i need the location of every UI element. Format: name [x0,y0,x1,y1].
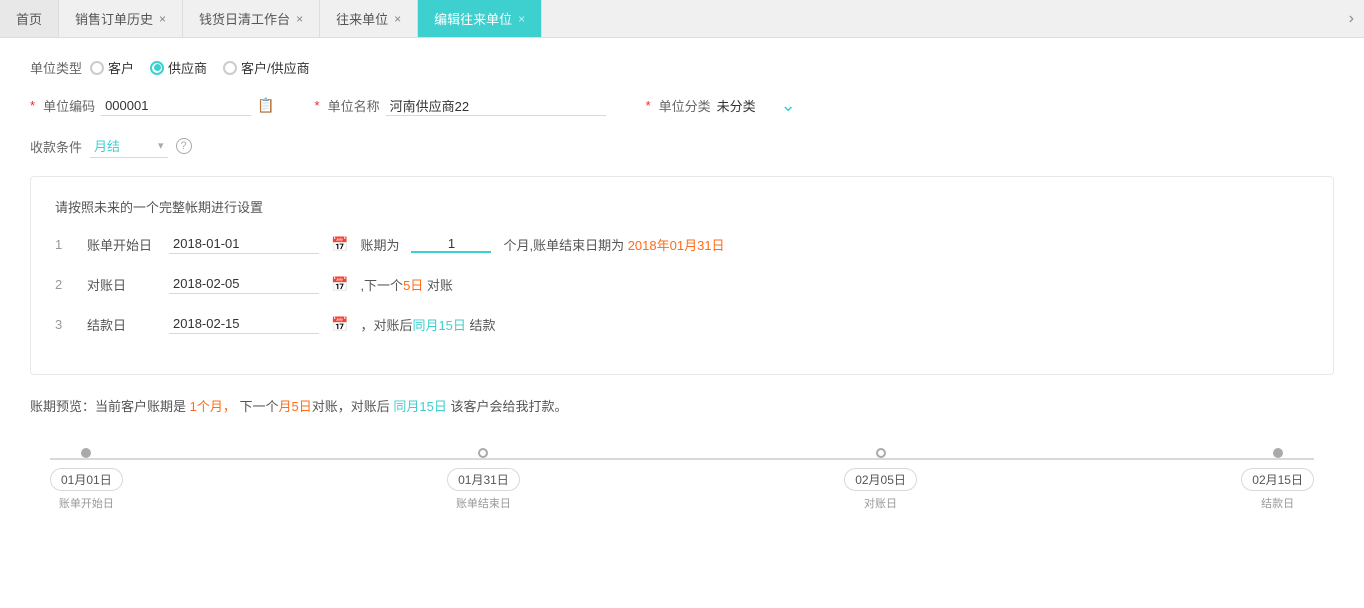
payment-day-highlight: 同月15日 [412,318,465,333]
tab-edit-partner[interactable]: 编辑往来单位 × [418,0,542,37]
period-suffix-after: 个月,账单结束日期为 2018年01月31日 [503,235,724,254]
unit-code-field: * 单位编码 📋 [30,96,275,116]
preview-label: 账期预览：当前客户账期是 [30,399,186,414]
period-section: 请按照未来的一个完整帐期进行设置 1 账单开始日 📅 账期为 个月,账单结束日期… [30,176,1334,375]
timeline-sublabel-3: 结款日 [1261,495,1294,511]
month-input[interactable] [411,236,491,253]
unit-code-input[interactable] [101,96,251,116]
unit-category-select[interactable]: 未分类 ⌄ [717,95,796,116]
tab-edit-partner-close[interactable]: × [518,12,525,26]
payment-terms-select[interactable]: 月结 ▾ [90,134,168,158]
page-content: 单位类型 客户 供应商 客户/供应商 * 单位编码 📋 * 单位名称 [0,38,1364,608]
timeline-sublabel-2: 对账日 [864,495,897,511]
tab-edit-partner-label: 编辑往来单位 [434,9,512,28]
radio-customer-circle [90,61,104,75]
tab-partner-label: 往来单位 [336,9,388,28]
tab-partner[interactable]: 往来单位 × [320,0,418,37]
period-label-1: 账单开始日 [87,235,157,254]
preview-part2-highlight: 月5日 [279,399,312,414]
period-row-2: 2 对账日 📅 ,下一个5日 对账 [55,274,1309,294]
tab-sales-history-close[interactable]: × [159,12,166,26]
period-suffix-before: 账期为 [360,235,399,254]
preview-part2-prefix: 下一个 [240,399,279,414]
unit-code-star: * [30,98,35,113]
unit-type-radio-group: 客户 供应商 客户/供应商 [90,58,310,77]
timeline-point-2: 02月05日对账日 [844,448,917,511]
timeline-date-2: 02月05日 [844,468,917,491]
timeline-point-3: 02月15日结款日 [1241,448,1314,511]
start-date-input[interactable] [169,234,319,254]
tab-home-label: 首页 [16,9,42,28]
preview-part1: 1个月， [190,399,236,414]
period-num-1: 1 [55,237,75,252]
radio-both-label: 客户/供应商 [241,58,310,77]
unit-category-value: 未分类 [717,96,777,115]
payment-terms-value: 月结 [94,136,154,155]
section-title: 请按照未来的一个完整帐期进行设置 [55,197,1309,216]
tab-partner-close[interactable]: × [394,12,401,26]
unit-type-label: 单位类型 [30,58,82,77]
tab-cash-work-label: 钱货日清工作台 [199,9,290,28]
radio-both[interactable]: 客户/供应商 [223,58,310,77]
reconcile-date-calendar-icon[interactable]: 📅 [331,276,348,293]
tab-home[interactable]: 首页 [0,0,59,37]
radio-customer-label: 客户 [108,58,134,77]
payment-date-calendar-icon[interactable]: 📅 [331,316,348,333]
payment-desc: ，对账后同月15日 结款 [360,315,495,334]
tab-sales-history-label: 销售订单历史 [75,9,153,28]
tab-sales-history[interactable]: 销售订单历史 × [59,0,183,37]
end-date-highlight: 2018年01月31日 [628,238,725,253]
payment-terms-row: 收款条件 月结 ▾ ? [30,134,1334,158]
radio-supplier-circle [150,61,164,75]
unit-name-field: * 单位名称 [315,96,606,116]
radio-supplier[interactable]: 供应商 [150,58,207,77]
payment-terms-label: 收款条件 [30,137,82,156]
timeline-sublabel-0: 账单开始日 [59,495,114,511]
unit-name-input[interactable] [386,96,606,116]
unit-code-calendar-icon[interactable]: 📋 [257,97,274,114]
unit-info-row: * 单位编码 📋 * 单位名称 * 单位分类 未分类 ⌄ [30,95,1334,116]
period-row-1: 1 账单开始日 📅 账期为 个月,账单结束日期为 2018年01月31日 [55,234,1309,254]
payment-date-input[interactable] [169,314,319,334]
timeline-date-1: 01月31日 [447,468,520,491]
timeline-date-3: 02月15日 [1241,468,1314,491]
period-label-3: 结款日 [87,315,157,334]
unit-name-label: 单位名称 [328,96,380,115]
preview-part3-suffix: 该客户会给我打款。 [450,399,567,414]
payment-terms-help-icon[interactable]: ? [176,138,192,154]
unit-category-chevron-icon: ⌄ [781,95,796,116]
tab-overflow-button[interactable]: › [1339,0,1364,37]
timeline-sublabel-1: 账单结束日 [456,495,511,511]
reconcile-date-input[interactable] [169,274,319,294]
payment-terms-chevron-icon: ▾ [158,139,164,152]
reconcile-day-highlight: 5日 [403,278,423,293]
unit-name-star: * [315,98,320,113]
radio-customer[interactable]: 客户 [90,58,134,77]
period-label-2: 对账日 [87,275,157,294]
unit-category-label: 单位分类 [659,96,711,115]
preview-part3-highlight: 同月15日 [393,399,446,414]
timeline-point-0: 01月01日账单开始日 [50,448,123,511]
tab-cash-work-close[interactable]: × [296,12,303,26]
timeline-points: 01月01日账单开始日 01月31日账单结束日 02月05日对账日 02月15日结款日 [50,448,1314,511]
unit-category-field: * 单位分类 未分类 ⌄ [646,95,796,116]
unit-type-row: 单位类型 客户 供应商 客户/供应商 [30,58,1334,77]
unit-code-label: 单位编码 [43,96,95,115]
radio-supplier-label: 供应商 [168,58,207,77]
timeline: 01月01日账单开始日 01月31日账单结束日 02月05日对账日 02月15日结款日 [30,438,1334,541]
radio-both-circle [223,61,237,75]
timeline-point-1: 01月31日账单结束日 [447,448,520,511]
period-num-3: 3 [55,317,75,332]
reconcile-desc: ,下一个5日 对账 [360,275,453,294]
tab-bar: 首页 销售订单历史 × 钱货日清工作台 × 往来单位 × 编辑往来单位 × › [0,0,1364,38]
preview-text: 账期预览：当前客户账期是 1个月， 下一个月5日对账，对账后 同月15日 该客户… [30,395,1334,418]
tab-cash-work[interactable]: 钱货日清工作台 × [183,0,320,37]
unit-category-star: * [646,98,651,113]
period-num-2: 2 [55,277,75,292]
start-date-calendar-icon[interactable]: 📅 [331,236,348,253]
timeline-date-0: 01月01日 [50,468,123,491]
preview-part2-suffix: 对账，对账后 [312,399,390,414]
period-row-3: 3 结款日 📅 ，对账后同月15日 结款 [55,314,1309,334]
